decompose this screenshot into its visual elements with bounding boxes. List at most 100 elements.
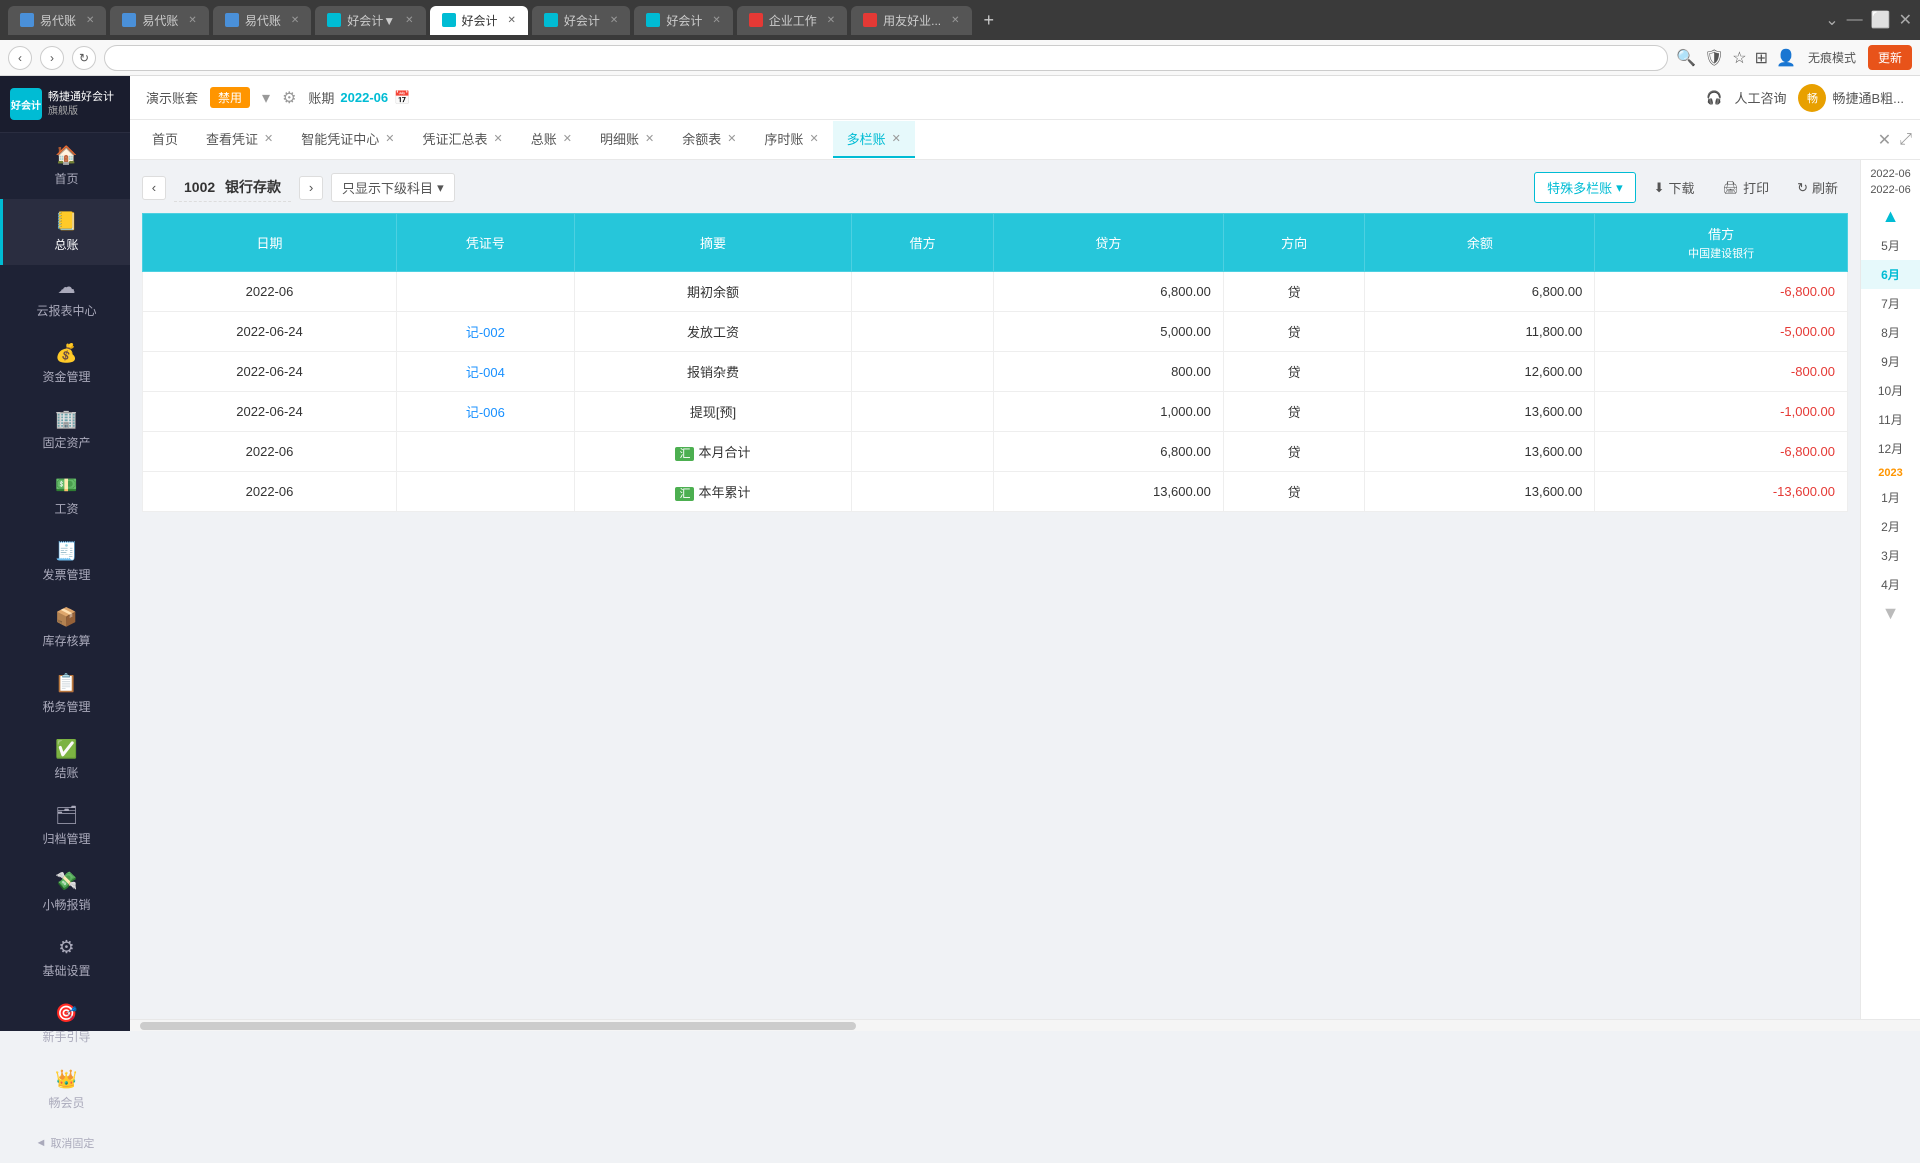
month-9[interactable]: 9月 [1861,347,1920,376]
star-icon[interactable]: ☆ [1732,48,1746,68]
month-5[interactable]: 5月 [1861,231,1920,260]
tab-close-1[interactable]: ✕ [86,15,94,26]
tab-close-5[interactable]: ✕ [508,15,516,26]
sidebar-item-invoice[interactable]: 🧾 发票管理 [0,529,130,595]
profile-icon[interactable]: 👤 [1776,48,1796,68]
tab-general-ledger[interactable]: 总账 ✕ [517,121,586,158]
refresh-browser-button[interactable]: ↻ [72,46,96,70]
horizontal-scrollbar[interactable] [130,1019,1920,1031]
tab-balance[interactable]: 余额表 ✕ [668,121,750,158]
calendar-icon[interactable]: 📅 [394,90,410,106]
month-8[interactable]: 8月 [1861,318,1920,347]
tab-close-6[interactable]: ✕ [610,15,618,26]
refresh-ledger-button[interactable]: ↻ 刷新 [1787,173,1848,202]
pin-sidebar-button[interactable]: ◄ 取消固定 [0,1123,130,1163]
sidebar-item-member[interactable]: 👑 畅会员 [0,1057,130,1123]
close-tab-detail-ledger[interactable]: ✕ [645,132,654,145]
month-3-2023[interactable]: 3月 [1861,541,1920,570]
sidebar-item-inventory[interactable]: 📦 库存核算 [0,595,130,661]
sidebar-browser-icon[interactable]: ⊞ [1755,48,1768,68]
sidebar-item-fixed-assets[interactable]: 🏢 固定资产 [0,397,130,463]
month-11[interactable]: 11月 [1861,405,1920,434]
close-panel-icon[interactable]: ✕ [1878,130,1891,150]
month-6[interactable]: 6月 [1861,260,1920,289]
scroll-up-button[interactable]: ▲ [1882,202,1900,231]
tab-list-button[interactable]: ⌄ [1825,10,1838,30]
cell-voucher[interactable]: 记-006 [396,392,574,432]
update-button[interactable]: 更新 [1868,45,1912,70]
cell-voucher[interactable]: 记-002 [396,312,574,352]
tab-close-8[interactable]: ✕ [827,15,835,26]
browser-tab-6[interactable]: 好会计 ✕ [532,6,630,35]
sidebar-item-archive[interactable]: 🗂 归档管理 [0,793,130,859]
tab-journal[interactable]: 序时账 ✕ [750,121,832,158]
tab-close-3[interactable]: ✕ [291,15,299,26]
tab-close-2[interactable]: ✕ [188,15,196,26]
close-tab-journal[interactable]: ✕ [809,132,818,145]
tab-multi-column[interactable]: 多栏账 ✕ [833,121,915,158]
month-1-2023[interactable]: 1月 [1861,483,1920,512]
sidebar-item-tax[interactable]: 📋 税务管理 [0,661,130,727]
cell-direction: 贷 [1223,392,1365,432]
close-tab-general-ledger[interactable]: ✕ [563,132,572,145]
special-multi-column-button[interactable]: 特殊多栏账 ▾ [1534,172,1636,203]
month-2-2023[interactable]: 2月 [1861,512,1920,541]
filter-button[interactable]: 只显示下级科目 ▾ [331,173,455,202]
back-button[interactable]: ‹ [8,46,32,70]
sidebar-item-cloud-report[interactable]: ☁ 云报表中心 [0,265,130,331]
month-4-2023[interactable]: 4月 [1861,570,1920,599]
tab-close-4[interactable]: ✕ [405,15,413,26]
cell-voucher[interactable]: 记-004 [396,352,574,392]
close-tab-voucher-summary[interactable]: ✕ [494,132,503,145]
tab-home[interactable]: 首页 [138,121,192,158]
tab-detail-ledger[interactable]: 明细账 ✕ [586,121,668,158]
forward-button[interactable]: › [40,46,64,70]
sidebar-item-settings[interactable]: ⚙ 基础设置 [0,925,130,991]
next-account-button[interactable]: › [299,176,323,200]
tab-close-7[interactable]: ✕ [712,15,720,26]
browser-tab-1[interactable]: 易代账 ✕ [8,6,106,35]
close-tab-balance[interactable]: ✕ [727,132,736,145]
demo-badge[interactable]: 禁用 [210,87,250,108]
close-tab-smart-voucher[interactable]: ✕ [385,132,394,145]
download-button[interactable]: ⬇ 下载 [1644,173,1705,202]
new-tab-button[interactable]: + [976,10,1003,31]
restore-button[interactable]: ⬜ [1871,10,1891,30]
consult-label[interactable]: 人工咨询 [1734,88,1786,107]
tab-voucher-summary[interactable]: 凭证汇总表 ✕ [408,121,516,158]
minimize-button[interactable]: — [1847,11,1863,29]
sidebar-item-home[interactable]: 🏠 首页 [0,133,130,199]
tab-view-voucher[interactable]: 查看凭证 ✕ [192,121,287,158]
browser-tab-3[interactable]: 易代账 ✕ [213,6,311,35]
dropdown-icon[interactable]: ▾ [262,88,270,108]
sidebar-item-funds[interactable]: 💰 资金管理 [0,331,130,397]
url-input[interactable]: cloud2.chanjet.com/accounting/uh26t264j5… [104,45,1668,71]
sidebar-item-payroll[interactable]: 💵 工资 [0,463,130,529]
scroll-down-button[interactable]: ▼ [1882,599,1900,628]
expand-panel-icon[interactable]: ⤢ [1899,131,1912,149]
browser-tab-4[interactable]: 好会计▼ ✕ [315,6,425,35]
close-tab-multi-column[interactable]: ✕ [892,132,901,145]
sidebar-item-close-period[interactable]: ✅ 结账 [0,727,130,793]
browser-tab-5[interactable]: 好会计 ✕ [430,6,528,35]
month-10[interactable]: 10月 [1861,376,1920,405]
print-button[interactable]: 🖨 打印 [1713,173,1780,202]
sidebar-item-ledger[interactable]: 📒 总账 [0,199,130,265]
browser-tab-2[interactable]: 易代账 ✕ [110,6,208,35]
month-7[interactable]: 7月 [1861,289,1920,318]
cell-debit [852,472,994,512]
user-avatar[interactable]: 畅 [1798,84,1826,112]
search-browser-icon[interactable]: 🔍 [1676,48,1696,68]
tab-smart-voucher[interactable]: 智能凭证中心 ✕ [287,121,408,158]
browser-tab-9[interactable]: 用友好业... ✕ [851,6,971,35]
prev-account-button[interactable]: ‹ [142,176,166,200]
browser-tab-8[interactable]: 企业工作 ✕ [737,6,847,35]
sidebar-item-expense[interactable]: 💸 小畅报销 [0,859,130,925]
sidebar-item-guide[interactable]: 🎯 新手引导 [0,991,130,1057]
tab-close-9[interactable]: ✕ [951,15,959,26]
close-tab-view-voucher[interactable]: ✕ [264,132,273,145]
browser-tab-7[interactable]: 好会计 ✕ [634,6,732,35]
gear-icon[interactable]: ⚙ [282,88,296,108]
month-12[interactable]: 12月 [1861,434,1920,463]
close-button[interactable]: ✕ [1899,10,1912,30]
